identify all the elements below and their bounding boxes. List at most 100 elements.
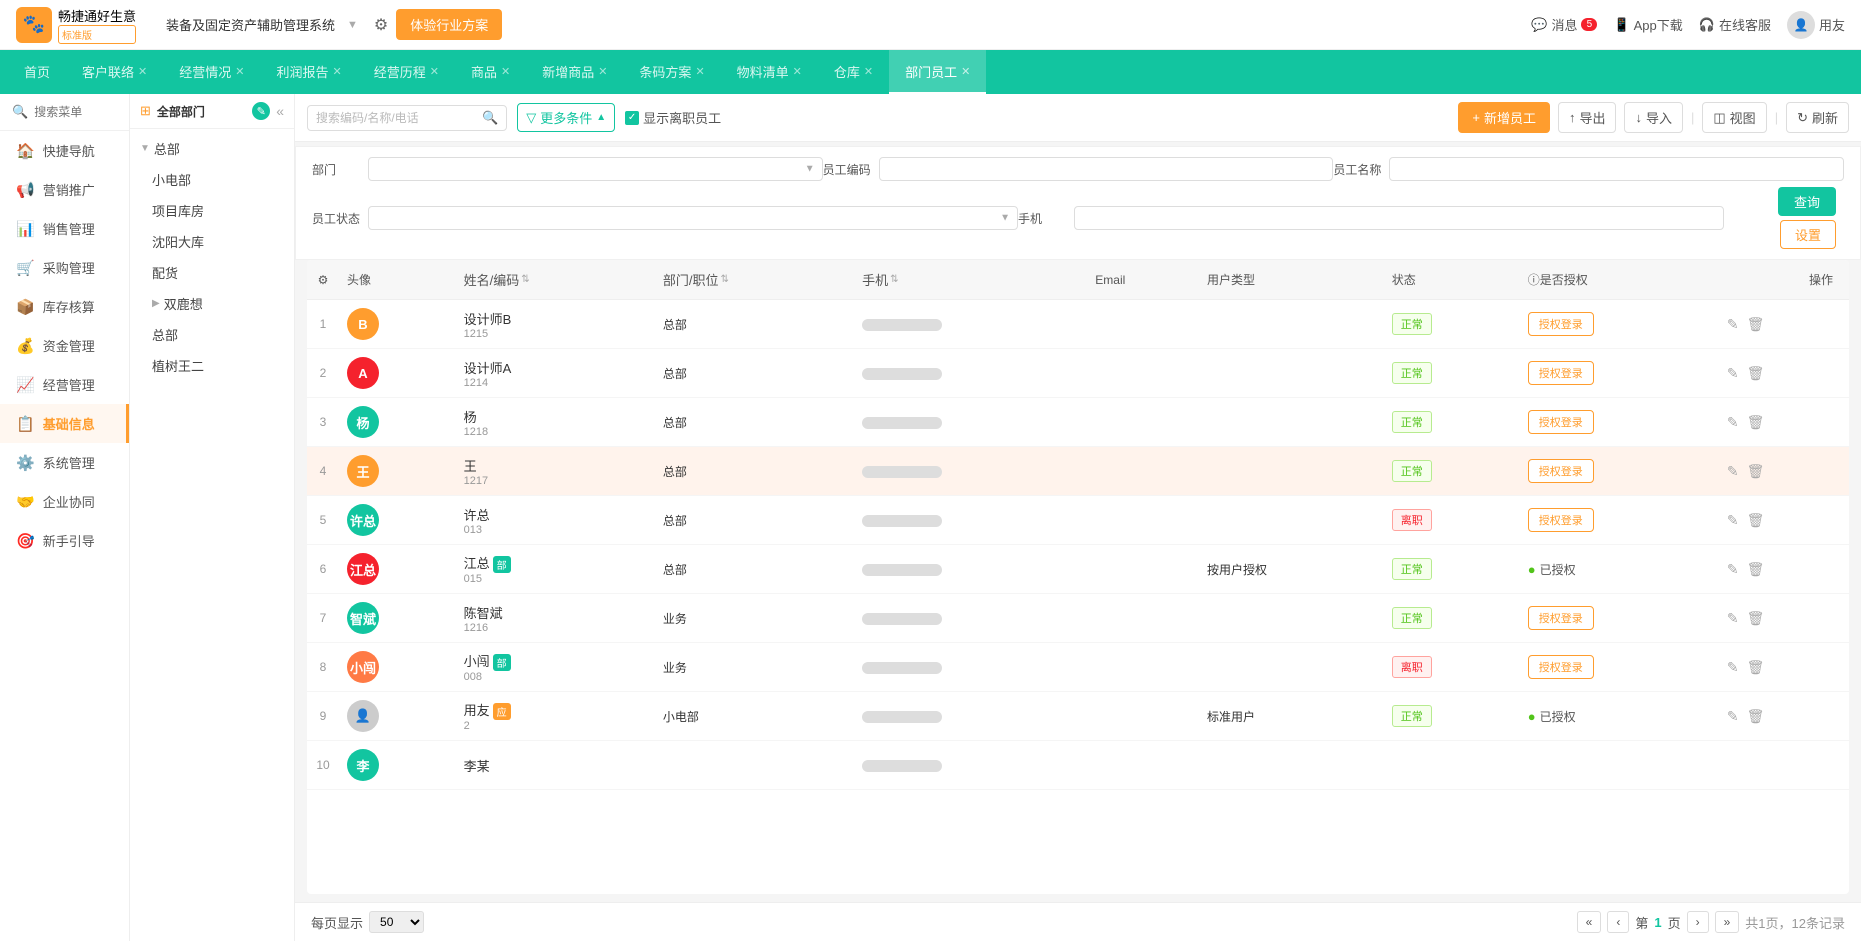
close-icon[interactable]: ✕	[138, 65, 147, 78]
emp-name-input[interactable]	[1389, 157, 1844, 181]
close-icon[interactable]: ✕	[235, 65, 244, 78]
first-page-button[interactable]: «	[1577, 911, 1602, 933]
dropdown-arrow-sys[interactable]: ▼	[347, 19, 358, 31]
emp-status-select[interactable]	[368, 206, 1018, 230]
sidebar-item-purchase[interactable]: 🛒 采购管理	[0, 248, 129, 287]
delete-icon[interactable]: 🗑	[1747, 708, 1765, 725]
close-icon[interactable]: ✕	[598, 65, 607, 78]
auth-button[interactable]: 授权登录	[1528, 508, 1594, 532]
user-item[interactable]: 👤 用友	[1787, 11, 1845, 39]
delete-icon[interactable]: 🗑	[1747, 463, 1765, 480]
edit-icon[interactable]: ✎	[1727, 414, 1739, 431]
sort-name-icon[interactable]: 姓名/编码 ⇅	[464, 270, 647, 289]
search-input[interactable]	[316, 111, 476, 125]
close-icon[interactable]: ✕	[501, 65, 510, 78]
app-download-item[interactable]: 📱 App下载	[1613, 15, 1682, 34]
sidebar-item-business[interactable]: 📈 经营管理	[0, 365, 129, 404]
sidebar-item-basicinfo[interactable]: 📋 基础信息	[0, 404, 129, 443]
show-resigned-checkbox[interactable]: ✓	[625, 111, 639, 125]
close-icon[interactable]: ✕	[793, 65, 802, 78]
collapse-icon[interactable]: «	[276, 103, 284, 119]
dept-node-shenyang[interactable]: 沈阳大库	[130, 226, 294, 257]
phone-input[interactable]	[1074, 206, 1724, 230]
close-icon[interactable]: ✕	[961, 65, 970, 78]
tab-profit[interactable]: 利润报告 ✕	[260, 50, 357, 94]
emp-code-input[interactable]	[879, 157, 1334, 181]
sort-dept-icon[interactable]: 部门/职位 ⇅	[663, 270, 846, 289]
edit-icon[interactable]: ✎	[1727, 512, 1739, 529]
delete-icon[interactable]: 🗑	[1747, 512, 1765, 529]
edit-icon[interactable]: ✎	[1727, 610, 1739, 627]
auth-button[interactable]: 授权登录	[1528, 410, 1594, 434]
delete-icon[interactable]: 🗑	[1747, 561, 1765, 578]
dept-node-shuanglu[interactable]: ▶ 双鹿想	[130, 288, 294, 319]
close-icon[interactable]: ✕	[864, 65, 873, 78]
import-button[interactable]: ↓ 导入	[1624, 102, 1683, 133]
tab-new-goods[interactable]: 新增商品 ✕	[526, 50, 623, 94]
next-page-button[interactable]: ›	[1687, 911, 1709, 933]
online-service-item[interactable]: 🎧 在线客服	[1699, 15, 1771, 34]
delete-icon[interactable]: 🗑	[1747, 365, 1765, 382]
delete-icon[interactable]: 🗑	[1747, 659, 1765, 676]
auth-button[interactable]: 授权登录	[1528, 606, 1594, 630]
sidebar-item-finance[interactable]: 💰 资金管理	[0, 326, 129, 365]
sidebar-item-quicknav[interactable]: 🏠 快捷导航	[0, 131, 129, 170]
col-phone[interactable]: 手机 ⇅	[854, 260, 1087, 300]
sidebar-item-guide[interactable]: 🎯 新手引导	[0, 521, 129, 560]
dept-node-zhishu[interactable]: 植树王二	[130, 350, 294, 381]
sidebar-item-marketing[interactable]: 📢 营销推广	[0, 170, 129, 209]
last-page-button[interactable]: »	[1715, 911, 1740, 933]
sidebar-item-sales[interactable]: 📊 销售管理	[0, 209, 129, 248]
tab-process[interactable]: 经营历程 ✕	[358, 50, 455, 94]
delete-icon[interactable]: 🗑	[1747, 414, 1765, 431]
query-button[interactable]: 查询	[1778, 187, 1836, 216]
tab-goods[interactable]: 商品 ✕	[455, 50, 526, 94]
more-filter-button[interactable]: ▽ 更多条件 ▲	[517, 103, 615, 132]
edit-icon[interactable]: ✎	[1727, 316, 1739, 333]
edit-icon[interactable]: ✎	[1727, 365, 1739, 382]
tab-department[interactable]: 部门员工 ✕	[889, 50, 986, 94]
auth-button[interactable]: 授权登录	[1528, 459, 1594, 483]
edit-icon[interactable]: ✎	[1727, 561, 1739, 578]
tab-customer[interactable]: 客户联络 ✕	[66, 50, 163, 94]
dept-node-zongbu[interactable]: 总部	[130, 319, 294, 350]
edit-icon[interactable]: ✎	[1727, 708, 1739, 725]
sidebar-item-system[interactable]: ⚙️ 系统管理	[0, 443, 129, 482]
delete-icon[interactable]: 🗑	[1747, 610, 1765, 627]
close-icon[interactable]: ✕	[333, 65, 342, 78]
tab-barcode[interactable]: 条码方案 ✕	[623, 50, 720, 94]
trial-button[interactable]: 体验行业方案	[396, 9, 502, 40]
tab-operation[interactable]: 经营情况 ✕	[163, 50, 260, 94]
tab-warehouse[interactable]: 仓库 ✕	[818, 50, 889, 94]
delete-icon[interactable]: 🗑	[1747, 316, 1765, 333]
gear-icon[interactable]: ⚙	[374, 15, 388, 35]
view-button[interactable]: ◫ 视图	[1702, 102, 1766, 133]
search-submit-icon[interactable]: 🔍	[482, 110, 498, 126]
dept-node-distribution[interactable]: 配货	[130, 257, 294, 288]
col-dept-pos[interactable]: 部门/职位 ⇅	[655, 260, 854, 300]
page-size-select[interactable]: 20 50 100	[369, 911, 424, 933]
show-resigned-toggle[interactable]: ✓ 显示离职员工	[625, 108, 721, 127]
sidebar-item-collab[interactable]: 🤝 企业协同	[0, 482, 129, 521]
tab-home[interactable]: 首页	[8, 50, 66, 94]
col-settings[interactable]: ⚙	[307, 260, 339, 300]
tab-bom[interactable]: 物料清单 ✕	[721, 50, 818, 94]
prev-page-button[interactable]: ‹	[1607, 911, 1629, 933]
add-employee-button[interactable]: + 新增员工	[1458, 102, 1550, 133]
edit-dept-icon[interactable]: ✎	[252, 102, 270, 120]
dept-select[interactable]	[368, 157, 823, 181]
sort-phone-icon[interactable]: 手机 ⇅	[862, 270, 1079, 289]
close-icon[interactable]: ✕	[695, 65, 704, 78]
dept-node-xiaodian[interactable]: 小电部	[130, 164, 294, 195]
edit-icon[interactable]: ✎	[1727, 659, 1739, 676]
setting-button[interactable]: 设置	[1780, 220, 1836, 249]
refresh-button[interactable]: ↻ 刷新	[1786, 102, 1849, 133]
edit-icon[interactable]: ✎	[1727, 463, 1739, 480]
auth-button[interactable]: 授权登录	[1528, 312, 1594, 336]
dept-node-project[interactable]: 项目库房	[130, 195, 294, 226]
auth-button[interactable]: 授权登录	[1528, 361, 1594, 385]
close-icon[interactable]: ✕	[430, 65, 439, 78]
auth-button[interactable]: 授权登录	[1528, 655, 1594, 679]
message-item[interactable]: 💬 消息 5	[1531, 15, 1597, 34]
sidebar-item-inventory[interactable]: 📦 库存核算	[0, 287, 129, 326]
